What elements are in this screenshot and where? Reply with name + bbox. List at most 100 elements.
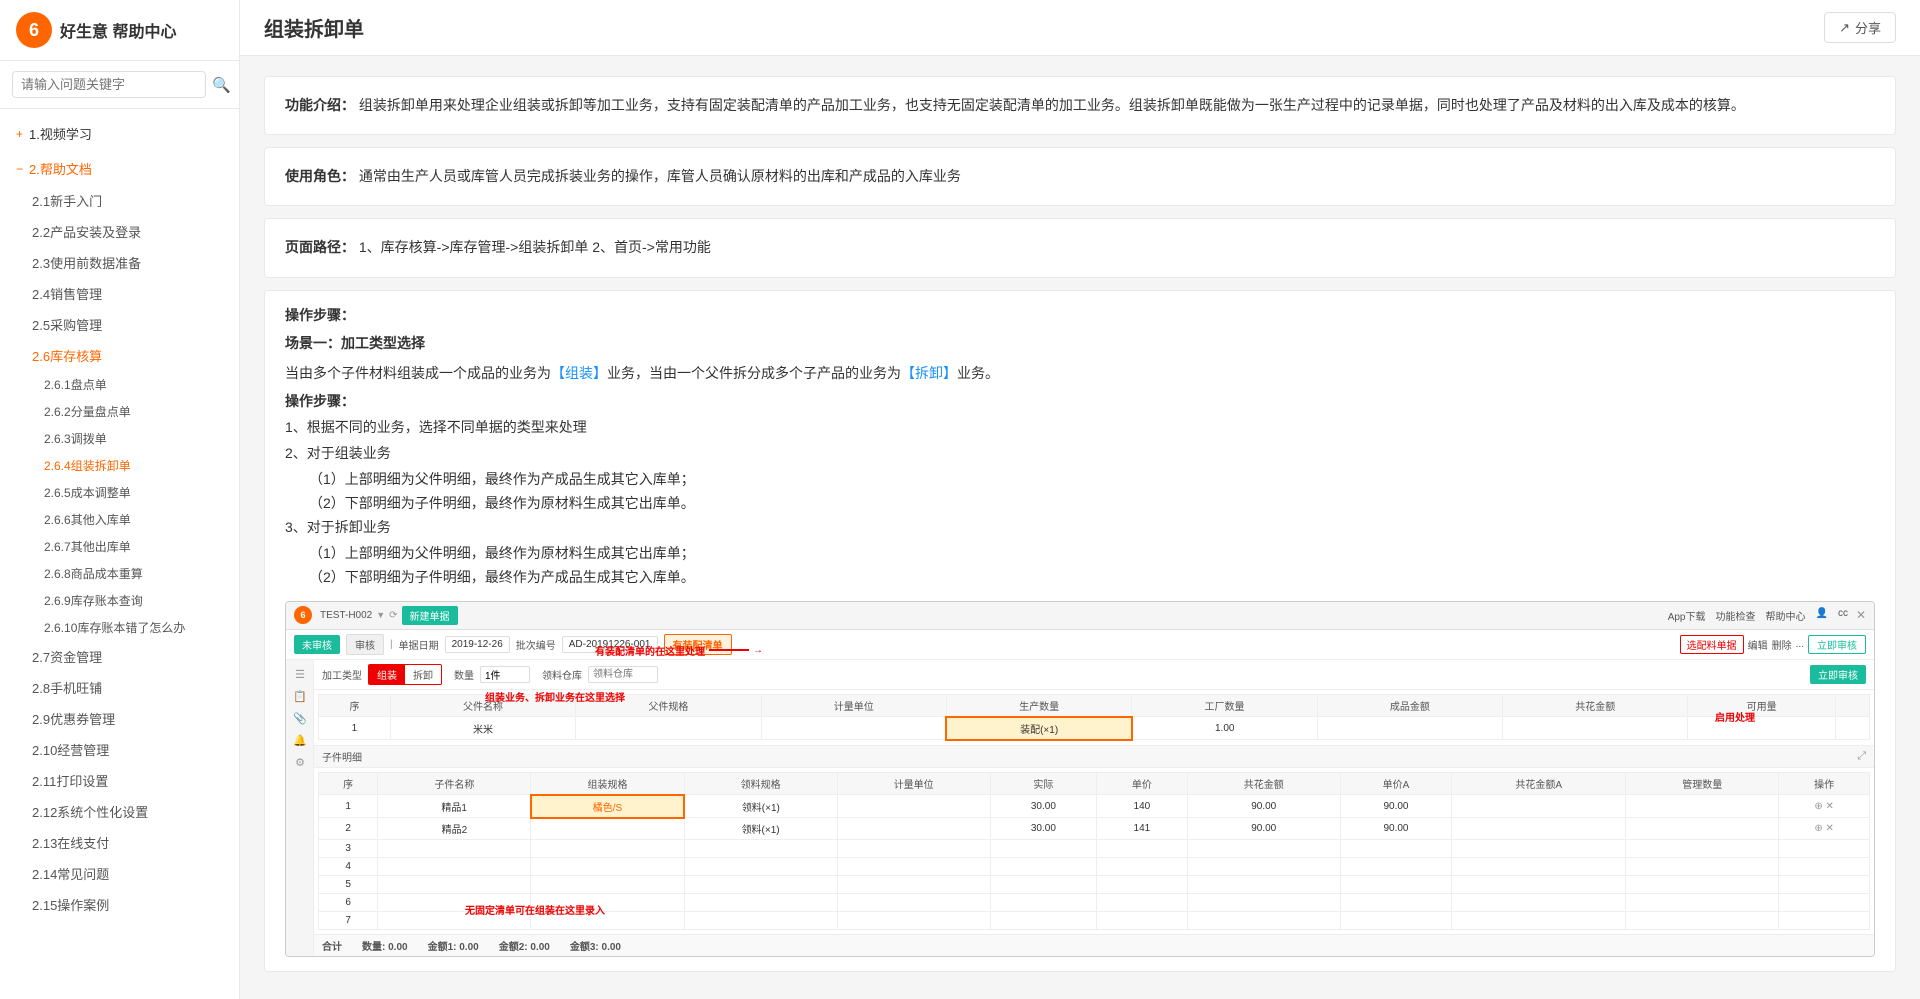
lcol-unit: 计量单位 [837,772,990,795]
assembly-btn[interactable]: 组装 [369,665,405,684]
cell-spec-1 [576,717,761,740]
close-icon[interactable]: ✕ [1856,608,1866,622]
lcol-pick-spec: 领料规格 [684,772,837,795]
store-id: TEST-H002 [320,610,372,621]
main-header: 组装拆卸单 ↗ 分享 [240,0,1920,56]
tab-unreviewed[interactable]: 未审核 [294,635,340,654]
cell-totalcost-1 [1503,717,1688,740]
copy-icon-r1[interactable]: ⊕ [1814,801,1822,812]
expand-icon[interactable]: ⤢ [1857,750,1866,763]
sidebar-item-cost-recalc[interactable]: 2.6.8商品成本重算 [0,560,239,587]
audit-btn[interactable]: 立即审核 [1808,635,1866,654]
lower-row-1: 1精品1 橘色/S 领料(×1) 30.0014090.0090.00 ⊕ ✕ [319,795,1870,818]
nav-icon-4[interactable]: 🔔 [286,730,314,752]
lower-table-title: 子件明细 [322,749,362,764]
delete-btn[interactable]: 删除 [1772,637,1792,652]
assembly-type-label: 加工类型 [322,667,362,682]
sidebar-item-inventory[interactable]: 2.6库存核算 [0,340,239,371]
plus-icon: + [16,127,23,141]
search-button[interactable]: 🔍 [212,76,231,94]
tab-reviewed[interactable]: 审核 [346,634,384,655]
cell-avail-1 [1688,717,1836,740]
upper-table: 序 父件名称 父件规格 计量单位 生产数量 工厂数量 成品金额 共花金额 [318,694,1870,741]
cell-action-1 [1835,717,1869,740]
step1: 1、根据不同的业务，选择不同单据的类型来处理 [285,417,1875,437]
sidebar-item-coupon[interactable]: 2.9优惠券管理 [0,703,239,734]
sidebar-item-custom[interactable]: 2.12系统个性化设置 [0,796,239,827]
cell-factqty-1: 1.00 [1132,717,1317,740]
app-toolbar: 未审核 审核 | 单据日期 2019-12-26 批次编号 AD-2019122… [286,630,1874,660]
role-text: 通常由生产人员或库管人员完成拆装业务的操作，库管人员确认原材料的出库和产成品的入… [359,168,961,184]
qty-input[interactable] [480,666,530,683]
col-parent-spec: 父件规格 [576,694,761,717]
nav-icon-5[interactable]: ⚙ [286,752,314,774]
cell-prodamt-1 [1317,717,1502,740]
lcol-asm-spec: 组装规格 [531,772,684,795]
sidebar-item-data-prep[interactable]: 2.3使用前数据准备 [0,247,239,278]
cell-name-1: 米米 [390,717,575,740]
search-input[interactable] [12,71,206,98]
copy-icon-r2[interactable]: ⊕ [1814,823,1822,834]
more-btn[interactable]: ... [1796,639,1804,650]
app-logo-small: 6 [294,606,312,624]
confirm-audit-btn[interactable]: 立即审核 [1810,665,1866,684]
sidebar-item-operation[interactable]: 2.10经营管理 [0,734,239,765]
steps-label: 操作步骤： [285,391,1875,411]
sidebar-item-video[interactable]: + 1.视频学习 [0,117,239,150]
upper-table-area: 序 父件名称 父件规格 计量单位 生产数量 工厂数量 成品金额 共花金额 [314,690,1874,745]
sidebar-item-newuser[interactable]: 2.1新手入门 [0,185,239,216]
toolbar-date[interactable]: 2019-12-26 [445,636,510,653]
nav-icon-1[interactable]: ☰ [286,664,314,686]
help-link[interactable]: 帮助中心 [1765,608,1805,623]
step2-sub2: （2）下部明细为子件明细，最终作为原材料生成其它出库单。 [309,493,1875,513]
sidebar-item-mobile[interactable]: 2.8手机旺铺 [0,672,239,703]
ops-label: 操作步骤： [285,305,1875,325]
confirm-btn[interactable]: 选配料单据 [1680,635,1744,654]
sidebar-item-cases[interactable]: 2.15操作案例 [0,889,239,920]
sidebar-item-finance[interactable]: 2.7资金管理 [0,641,239,672]
func-check-link[interactable]: 功能检查 [1715,608,1755,623]
steps-content: 1、根据不同的业务，选择不同单据的类型来处理 2、对于组装业务 （1）上部明细为… [285,417,1875,587]
edit-btn[interactable]: 编辑 [1748,637,1768,652]
new-order-btn[interactable]: 新建单据 [402,606,458,625]
bottom-totals: 合计 数量: 0.00 金额1: 0.00 金额2: 0.00 金额3: 0.0… [314,934,1874,956]
intro-text: 组装拆卸单用来处理企业组装或拆卸等加工业务，支持有固定装配清单的产品加工业务，也… [359,97,1745,113]
del-icon-r1[interactable]: ✕ [1826,801,1834,812]
sidebar-item-assembly[interactable]: 2.6.4组装拆卸单 [0,452,239,479]
sidebar-item-stock-query[interactable]: 2.6.9库存账本查询 [0,587,239,614]
intro-card: 功能介绍： 组装拆卸单用来处理企业组装或拆卸等加工业务，支持有固定装配清单的产品… [264,76,1896,135]
sidebar-item-other-out[interactable]: 2.6.7其他出库单 [0,533,239,560]
sidebar-item-install[interactable]: 2.2产品安装及登录 [0,216,239,247]
warehouse-label: 领料仓库 [542,667,582,682]
nav-icon-3[interactable]: 📎 [286,708,314,730]
app-left-nav: ☰ 📋 📎 🔔 ⚙ [286,660,314,957]
app-sub-toolbar: 加工类型 组装 拆卸 数量 领料仓库 立即审核 [314,660,1874,690]
app-download-link[interactable]: App下载 [1668,608,1706,623]
sidebar-item-purchase[interactable]: 2.5采购管理 [0,309,239,340]
sidebar-item-transfer[interactable]: 2.6.3调拨单 [0,425,239,452]
warehouse-input[interactable] [588,666,658,683]
sidebar-item-faq[interactable]: 2.14常见问题 [0,858,239,889]
sidebar-item-docs[interactable]: − 2.帮助文档 [0,152,239,185]
del-icon-r2[interactable]: ✕ [1826,823,1834,834]
sidebar-item-partial-count[interactable]: 2.6.2分量盘点单 [0,398,239,425]
step3: 3、对于拆卸业务 [285,517,1875,537]
toolbar-config-tag[interactable]: 有装配清单 [664,634,732,655]
col-product-amt: 成品金额 [1317,694,1502,717]
upper-table-row: 1 米米 装配(×1) 1.00 [319,717,1870,740]
sidebar-item-sales[interactable]: 2.4销售管理 [0,278,239,309]
search-box: 🔍 [0,61,239,109]
cell-asmspec-1: 橘色/S [531,795,684,818]
sidebar-item-cost-adjust[interactable]: 2.6.5成本调整单 [0,479,239,506]
share-button[interactable]: ↗ 分享 [1824,12,1896,43]
nav-section-video: + 1.视频学习 [0,117,239,150]
sidebar-item-print[interactable]: 2.11打印设置 [0,765,239,796]
share-icon: ↗ [1839,20,1850,36]
sidebar-item-stock-error[interactable]: 2.6.10库存账本错了怎么办 [0,614,239,641]
sidebar-item-payment[interactable]: 2.13在线支付 [0,827,239,858]
refresh-icon: ⟳ [389,610,397,621]
sidebar-item-other-in[interactable]: 2.6.6其他入库单 [0,506,239,533]
disassembly-btn[interactable]: 拆卸 [405,665,441,684]
sidebar-item-inventory-count[interactable]: 2.6.1盘点单 [0,371,239,398]
nav-icon-2[interactable]: 📋 [286,686,314,708]
